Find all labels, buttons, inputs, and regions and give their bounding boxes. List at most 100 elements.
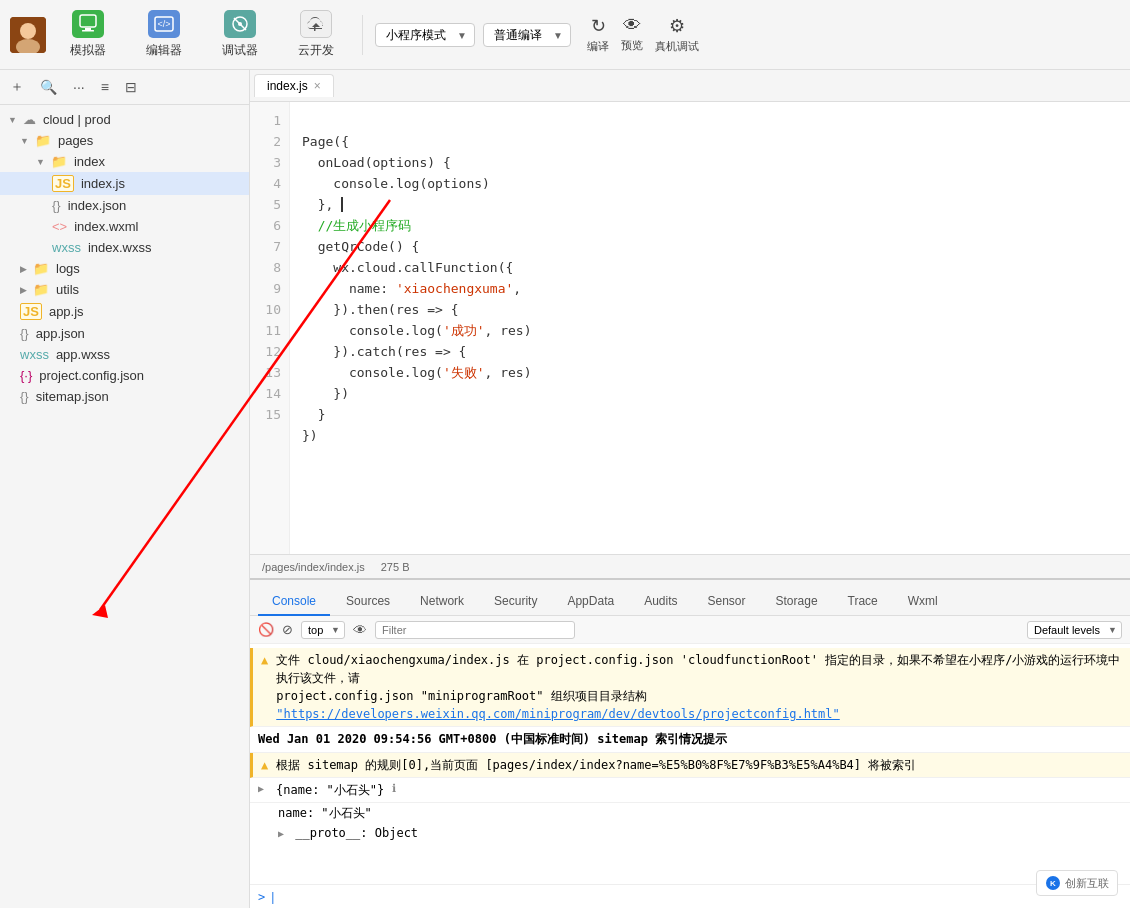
filter-input[interactable]	[375, 621, 575, 639]
console-message-sitemap: ▲ 根据 sitemap 的规则[0],当前页面 [pages/index/in…	[250, 753, 1130, 778]
block-button[interactable]: ⊘	[282, 622, 293, 637]
console-message-obj: ▶ {name: "小石头"} ℹ	[250, 778, 1130, 803]
sidebar-item-label: logs	[56, 261, 80, 276]
line-num-1: 1	[250, 110, 289, 131]
tab-console[interactable]: Console	[258, 588, 330, 616]
tab-label: index.js	[267, 79, 308, 93]
cloud-button[interactable]: 云开发	[282, 4, 350, 65]
console-caret: |	[271, 890, 274, 904]
context-select[interactable]: top	[301, 621, 345, 639]
refresh-button[interactable]: ↻ 编译	[587, 15, 609, 54]
console-link[interactable]: "https://developers.weixin.qq.com/minipr…	[276, 707, 840, 721]
sidebar-item-project-config[interactable]: {·} project.config.json	[0, 365, 249, 386]
expand-arrow[interactable]: ▶	[258, 781, 264, 799]
realdev-button[interactable]: ⚙ 真机调试	[655, 15, 699, 54]
json-icon: {}	[20, 389, 29, 404]
tab-trace[interactable]: Trace	[834, 588, 892, 616]
line-num-7: 7	[250, 236, 289, 257]
code-content[interactable]: Page({ onLoad(options) { console.log(opt…	[290, 102, 1130, 554]
separator	[362, 15, 363, 55]
search-button[interactable]: 🔍	[38, 77, 59, 97]
console-message-warn-1: ▲ 文件 cloud/xiaochengxuma/index.js 在 proj…	[250, 648, 1130, 727]
console-toolbar: 🚫 ⊘ top 👁 Default levels	[250, 616, 1130, 644]
line-num-4: 4	[250, 173, 289, 194]
sidebar-item-pages[interactable]: ▼ 📁 pages	[0, 130, 249, 151]
tab-sources[interactable]: Sources	[332, 588, 404, 616]
cloud-label: 云开发	[298, 42, 334, 59]
svg-text:</>: </>	[157, 19, 170, 29]
console-obj-proto: ▶ __proto__: Object	[250, 824, 1130, 842]
tab-appdata[interactable]: AppData	[553, 588, 628, 616]
sidebar-item-label: sitemap.json	[36, 389, 109, 404]
tab-audits[interactable]: Audits	[630, 588, 691, 616]
sidebar-item-cloud-prod[interactable]: ▼ ☁ cloud | prod	[0, 109, 249, 130]
console-message-text: 根据 sitemap 的规则[0],当前页面 [pages/index/inde…	[276, 756, 916, 774]
debugger-label: 调试器	[222, 42, 258, 59]
sidebar-item-label: index	[74, 154, 105, 169]
sort-button[interactable]: ≡	[99, 77, 111, 97]
folder-icon: 📁	[35, 133, 51, 148]
line-num-14: 14	[250, 383, 289, 404]
more-button[interactable]: ···	[71, 77, 87, 97]
file-path: /pages/index/index.js	[262, 561, 365, 573]
line-num-11: 11	[250, 320, 289, 341]
tab-storage[interactable]: Storage	[762, 588, 832, 616]
split-button[interactable]: ⊟	[123, 77, 139, 97]
folder-icon: 📁	[51, 154, 67, 169]
console-input-line: > |	[250, 884, 1130, 908]
sidebar-item-utils[interactable]: ▶ 📁 utils	[0, 279, 249, 300]
wxml-icon: <>	[52, 219, 67, 234]
sidebar-item-app-wxss[interactable]: wxss app.wxss	[0, 344, 249, 365]
tab-close-button[interactable]: ×	[314, 79, 321, 93]
compile-select[interactable]: 普通编译	[483, 23, 571, 47]
sidebar-item-sitemap-json[interactable]: {} sitemap.json	[0, 386, 249, 407]
sidebar-item-label: index.wxss	[88, 240, 152, 255]
simulator-button[interactable]: 模拟器	[54, 4, 122, 65]
config-icon: {·}	[20, 368, 32, 383]
add-button[interactable]: ＋	[8, 76, 26, 98]
editor-label: 编辑器	[146, 42, 182, 59]
sidebar-item-index-wxss[interactable]: wxss index.wxss	[0, 237, 249, 258]
tab-security[interactable]: Security	[480, 588, 551, 616]
tab-wxml[interactable]: Wxml	[894, 588, 952, 616]
folder-icon: 📁	[33, 282, 49, 297]
sidebar-item-app-json[interactable]: {} app.json	[0, 323, 249, 344]
json-icon: {}	[52, 198, 61, 213]
json-icon: {}	[20, 326, 29, 341]
preview-label: 预览	[621, 38, 643, 53]
sidebar-item-index-folder[interactable]: ▼ 📁 index	[0, 151, 249, 172]
sidebar-item-label: app.json	[36, 326, 85, 341]
simulator-icon	[72, 10, 104, 38]
simulator-label: 模拟器	[70, 42, 106, 59]
preview-button[interactable]: 👁 预览	[621, 15, 643, 54]
code-editor[interactable]: 1 2 3 4 5 6 7 8 9 10 11 12 13 14 15 Page…	[250, 102, 1130, 554]
sidebar-item-index-wxml[interactable]: <> index.wxml	[0, 216, 249, 237]
console-obj-name: name: "小石头"	[250, 803, 1130, 824]
eye-button[interactable]: 👁	[353, 622, 367, 638]
line-numbers: 1 2 3 4 5 6 7 8 9 10 11 12 13 14 15	[250, 102, 290, 554]
sidebar-item-logs[interactable]: ▶ 📁 logs	[0, 258, 249, 279]
refresh-label: 编译	[587, 39, 609, 54]
expand-arrow: ▼	[8, 115, 17, 125]
sidebar: ＋ 🔍 ··· ≡ ⊟ ▼ ☁ cloud | prod ▼ 📁 pages ▼…	[0, 70, 250, 908]
watermark-icon: K	[1045, 875, 1061, 891]
preview-icon: 👁	[623, 15, 641, 36]
tab-sensor[interactable]: Sensor	[694, 588, 760, 616]
editor-tab-index-js[interactable]: index.js ×	[254, 74, 334, 97]
svg-point-10	[238, 22, 242, 26]
clear-console-button[interactable]: 🚫	[258, 622, 274, 637]
editor-button[interactable]: </> 编辑器	[130, 4, 198, 65]
debugger-button[interactable]: 调试器	[206, 4, 274, 65]
info-icon: ℹ	[392, 781, 396, 799]
expand-arrow[interactable]: ▶	[278, 828, 284, 839]
tab-network[interactable]: Network	[406, 588, 478, 616]
editor-area: index.js × 1 2 3 4 5 6 7 8 9 10 11 12 13…	[250, 70, 1130, 908]
avatar	[10, 17, 46, 53]
sidebar-item-app-js[interactable]: JS app.js	[0, 300, 249, 323]
levels-select[interactable]: Default levels	[1027, 621, 1122, 639]
mode-select[interactable]: 小程序模式	[375, 23, 475, 47]
devtools-tabs: Console Sources Network Security AppData…	[250, 580, 1130, 616]
sidebar-item-index-js[interactable]: JS index.js	[0, 172, 249, 195]
sidebar-item-index-json[interactable]: {} index.json	[0, 195, 249, 216]
folder-icon: 📁	[33, 261, 49, 276]
